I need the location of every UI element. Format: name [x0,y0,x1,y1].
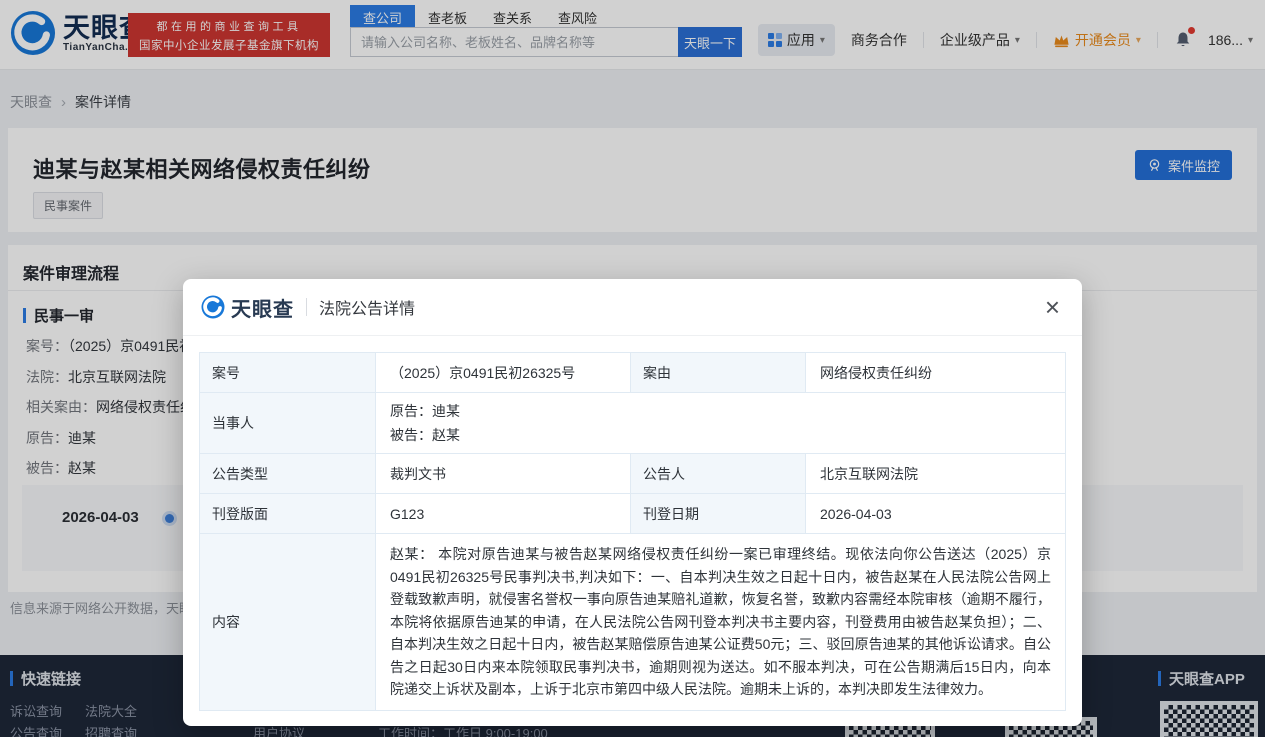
parties-label: 当事人 [200,393,376,454]
publish-date-value: 2026-04-03 [806,494,1066,534]
case-number-label: 案号 [200,353,376,393]
plaintiff-line: 原告：迪某 [390,399,1051,423]
announcement-type-label: 公告类型 [200,454,376,494]
page-section-value: G123 [376,494,631,534]
modal-header: 天眼查 法院公告详情 × [183,279,1082,336]
content-value: 赵某： 本院对原告迪某与被告赵某网络侵权责任纠纷一案已审理终结。现依法向你公告送… [376,534,1066,711]
court-announcement-modal: 天眼查 法院公告详情 × 案号 （2025）京0491民初26325号 案由 网… [183,279,1082,726]
table-row: 案号 （2025）京0491民初26325号 案由 网络侵权责任纠纷 [200,353,1066,393]
page-section-label: 刊登版面 [200,494,376,534]
page: 天眼查 TianYanCha.com 都在用的商业查询工具 国家中小企业发展子基… [0,0,1265,737]
content-label: 内容 [200,534,376,711]
modal-brand-name: 天眼查 [231,293,294,322]
publisher-value: 北京互联网法院 [806,454,1066,494]
divider [306,298,307,316]
parties-value: 原告：迪某 被告：赵某 [376,393,1066,454]
cause-label: 案由 [631,353,806,393]
table-row: 刊登版面 G123 刊登日期 2026-04-03 [200,494,1066,534]
publisher-label: 公告人 [631,454,806,494]
announcement-type-value: 裁判文书 [376,454,631,494]
close-icon[interactable]: × [1041,295,1064,319]
table-row: 内容 赵某： 本院对原告迪某与被告赵某网络侵权责任纠纷一案已审理终结。现依法向你… [200,534,1066,711]
modal-logo: 天眼查 [201,293,294,322]
cause-value: 网络侵权责任纠纷 [806,353,1066,393]
announcement-table: 案号 （2025）京0491民初26325号 案由 网络侵权责任纠纷 当事人 原… [199,352,1066,711]
table-row: 公告类型 裁判文书 公告人 北京互联网法院 [200,454,1066,494]
modal-title: 法院公告详情 [319,295,415,319]
tianyancha-logo-icon [201,295,225,319]
publish-date-label: 刊登日期 [631,494,806,534]
defendant-line: 被告：赵某 [390,423,1051,447]
case-number-value: （2025）京0491民初26325号 [376,353,631,393]
table-row: 当事人 原告：迪某 被告：赵某 [200,393,1066,454]
